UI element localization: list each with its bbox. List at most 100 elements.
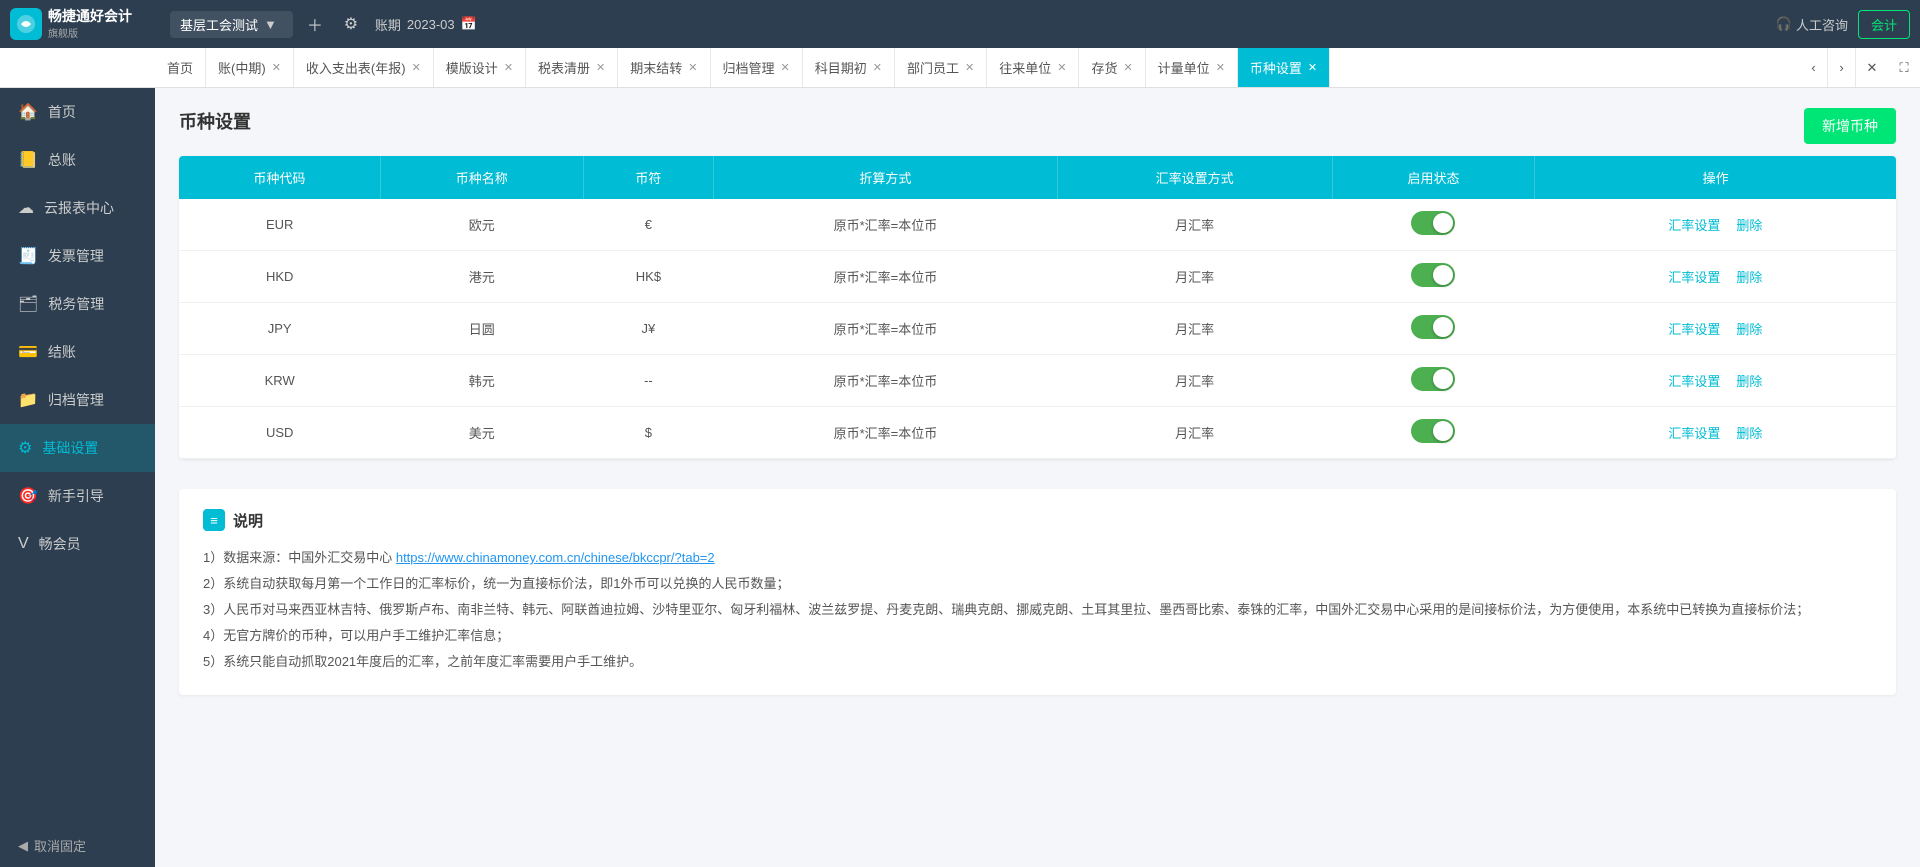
sidebar-pin-button[interactable]: ◀ 取消固定 (0, 824, 155, 867)
tab-close-icon[interactable]: ✕ (504, 61, 513, 74)
sidebar-label-settings: 基础设置 (42, 438, 98, 458)
tab---[interactable]: 存货✕ (1079, 48, 1145, 87)
tab-close-icon[interactable]: ✕ (596, 61, 605, 74)
action-cell: 汇率设置 删除 (1535, 355, 1896, 407)
main-layout: 🏠首页📒总账☁云报表中心🧾发票管理🗂税务管理💳结账📁归档管理 ⚙ 基础设置 🎯新手引导… (0, 88, 1920, 867)
consult-button[interactable]: 🎧 人工咨询 (1776, 15, 1848, 34)
sidebar-item-invoice[interactable]: 🧾发票管理 (0, 232, 155, 280)
tab-close-icon[interactable]: ✕ (1216, 61, 1225, 74)
chevron-down-icon: ▼ (264, 17, 277, 32)
table-cell: 美元 (380, 407, 583, 459)
tab-----[interactable]: 模版设计✕ (434, 48, 526, 87)
rate-setting-link[interactable]: 汇率设置 (1668, 426, 1720, 441)
tab-close-icon[interactable]: ✕ (272, 61, 281, 74)
table-cell: EUR (179, 199, 380, 251)
tab-----[interactable]: 往来单位✕ (987, 48, 1079, 87)
ledger-icon: 📒 (18, 150, 38, 170)
calendar-icon[interactable]: 📅 (461, 16, 477, 32)
rate-setting-link[interactable]: 汇率设置 (1668, 218, 1720, 233)
enabled-toggle-cell (1332, 251, 1535, 303)
consult-label: 人工咨询 (1796, 15, 1848, 34)
settings-icon: ⚙ (18, 438, 32, 458)
sidebar-item-tax[interactable]: 🗂税务管理 (0, 280, 155, 328)
project-name: 基层工会测试 (180, 15, 258, 34)
tab-close-icon[interactable]: ✕ (1308, 61, 1317, 74)
sidebar-item-reports[interactable]: ☁云报表中心 (0, 184, 155, 232)
new-currency-button[interactable]: 新增币种 (1804, 108, 1896, 144)
tab-close-icon[interactable]: ✕ (873, 61, 882, 74)
rate-setting-link[interactable]: 汇率设置 (1668, 374, 1720, 389)
account-button[interactable]: 会计 (1858, 10, 1910, 39)
sidebar-item-checkout[interactable]: 💳结账 (0, 328, 155, 376)
delete-link[interactable]: 删除 (1736, 270, 1762, 285)
page-title: 币种设置 (179, 108, 1896, 134)
tab-next-button[interactable]: › (1828, 48, 1856, 87)
sidebar-item-member[interactable]: V畅会员 (0, 520, 155, 568)
enabled-toggle[interactable] (1411, 211, 1455, 235)
delete-link[interactable]: 删除 (1736, 374, 1762, 389)
action-cell: 汇率设置 删除 (1535, 251, 1896, 303)
action-cell: 汇率设置 删除 (1535, 303, 1896, 355)
table-cell: KRW (179, 355, 380, 407)
tab-close-icon[interactable]: ✕ (1123, 61, 1132, 74)
tab----------[interactable]: 收入支出表(年报)✕ (294, 48, 434, 87)
tab-----[interactable]: 期末结转✕ (618, 48, 710, 87)
notice-item: 4）无官方牌价的币种，可以用户手工维护汇率信息； (203, 623, 1872, 649)
project-selector[interactable]: 基层工会测试 ▼ (170, 11, 293, 38)
col-header: 汇率设置方式 (1057, 156, 1332, 199)
sidebar-item-settings[interactable]: ⚙ 基础设置 (0, 424, 155, 472)
delete-link[interactable]: 删除 (1736, 426, 1762, 441)
rate-setting-link[interactable]: 汇率设置 (1668, 270, 1720, 285)
tab-----[interactable]: 币种设置✕ (1238, 48, 1330, 87)
table-row: HKD港元HK$原币*汇率=本位币月汇率汇率设置删除 (179, 251, 1896, 303)
tab-maximize-button[interactable]: ⛶ (1888, 48, 1920, 87)
notice-title: ≡ 说明 (203, 509, 1872, 531)
table-cell: 原币*汇率=本位币 (714, 355, 1057, 407)
invoice-icon: 🧾 (18, 246, 38, 266)
table-cell: 日圆 (380, 303, 583, 355)
tab-close-icon[interactable]: ✕ (412, 61, 421, 74)
enabled-toggle-cell (1332, 407, 1535, 459)
tab-close-icon[interactable]: ✕ (688, 61, 697, 74)
sidebar-item-archive[interactable]: 📁归档管理 (0, 376, 155, 424)
tab-----[interactable]: 归档管理✕ (711, 48, 803, 87)
notice-link[interactable]: https://www.chinamoney.com.cn/chinese/bk… (396, 550, 715, 565)
settings-icon[interactable]: ⚙ (337, 10, 365, 38)
table-cell: HKD (179, 251, 380, 303)
period-display: 账期 2023-03 📅 (375, 15, 477, 34)
tab---[interactable]: 首页 (155, 48, 206, 87)
table-cell: 韩元 (380, 355, 583, 407)
sidebar-item-home[interactable]: 🏠首页 (0, 88, 155, 136)
period-text-label: 账期 (375, 15, 401, 34)
sidebar-item-ledger[interactable]: 📒总账 (0, 136, 155, 184)
tab-----[interactable]: 科目期初✕ (803, 48, 895, 87)
tab-prev-button[interactable]: ‹ (1800, 48, 1828, 87)
delete-link[interactable]: 删除 (1736, 218, 1762, 233)
tab-close-all-button[interactable]: ✕ (1856, 48, 1888, 87)
notice-item: 2）系统自动获取每月第一个工作日的汇率标价，统一为直接标价法，即1外币可以兑换的… (203, 571, 1872, 597)
headset-icon: 🎧 (1776, 16, 1792, 32)
table-cell: 欧元 (380, 199, 583, 251)
notice-list: 1）数据来源：中国外汇交易中心 https://www.chinamoney.c… (203, 545, 1872, 675)
enabled-toggle[interactable] (1411, 367, 1455, 391)
tab-close-icon[interactable]: ✕ (1057, 61, 1066, 74)
rate-setting-link[interactable]: 汇率设置 (1668, 322, 1720, 337)
delete-link[interactable]: 删除 (1736, 322, 1762, 337)
table-cell: 月汇率 (1057, 251, 1332, 303)
member-icon: V (18, 535, 29, 553)
tab-----[interactable]: 部门员工✕ (895, 48, 987, 87)
sidebar-item-guide[interactable]: 🎯新手引导 (0, 472, 155, 520)
toggle-knob (1433, 213, 1453, 233)
enabled-toggle[interactable] (1411, 419, 1455, 443)
tab-close-icon[interactable]: ✕ (781, 61, 790, 74)
enabled-toggle[interactable] (1411, 315, 1455, 339)
tab-----[interactable]: 计量单位✕ (1146, 48, 1238, 87)
enabled-toggle[interactable] (1411, 263, 1455, 287)
table-cell: -- (583, 355, 714, 407)
add-tab-button[interactable]: ＋ (301, 10, 329, 38)
col-header: 币符 (583, 156, 714, 199)
tab-----[interactable]: 税表清册✕ (526, 48, 618, 87)
tab-close-icon[interactable]: ✕ (965, 61, 974, 74)
sidebar: 🏠首页📒总账☁云报表中心🧾发票管理🗂税务管理💳结账📁归档管理 ⚙ 基础设置 🎯新手引导… (0, 88, 155, 867)
tab------[interactable]: 账(中期)✕ (206, 48, 294, 87)
